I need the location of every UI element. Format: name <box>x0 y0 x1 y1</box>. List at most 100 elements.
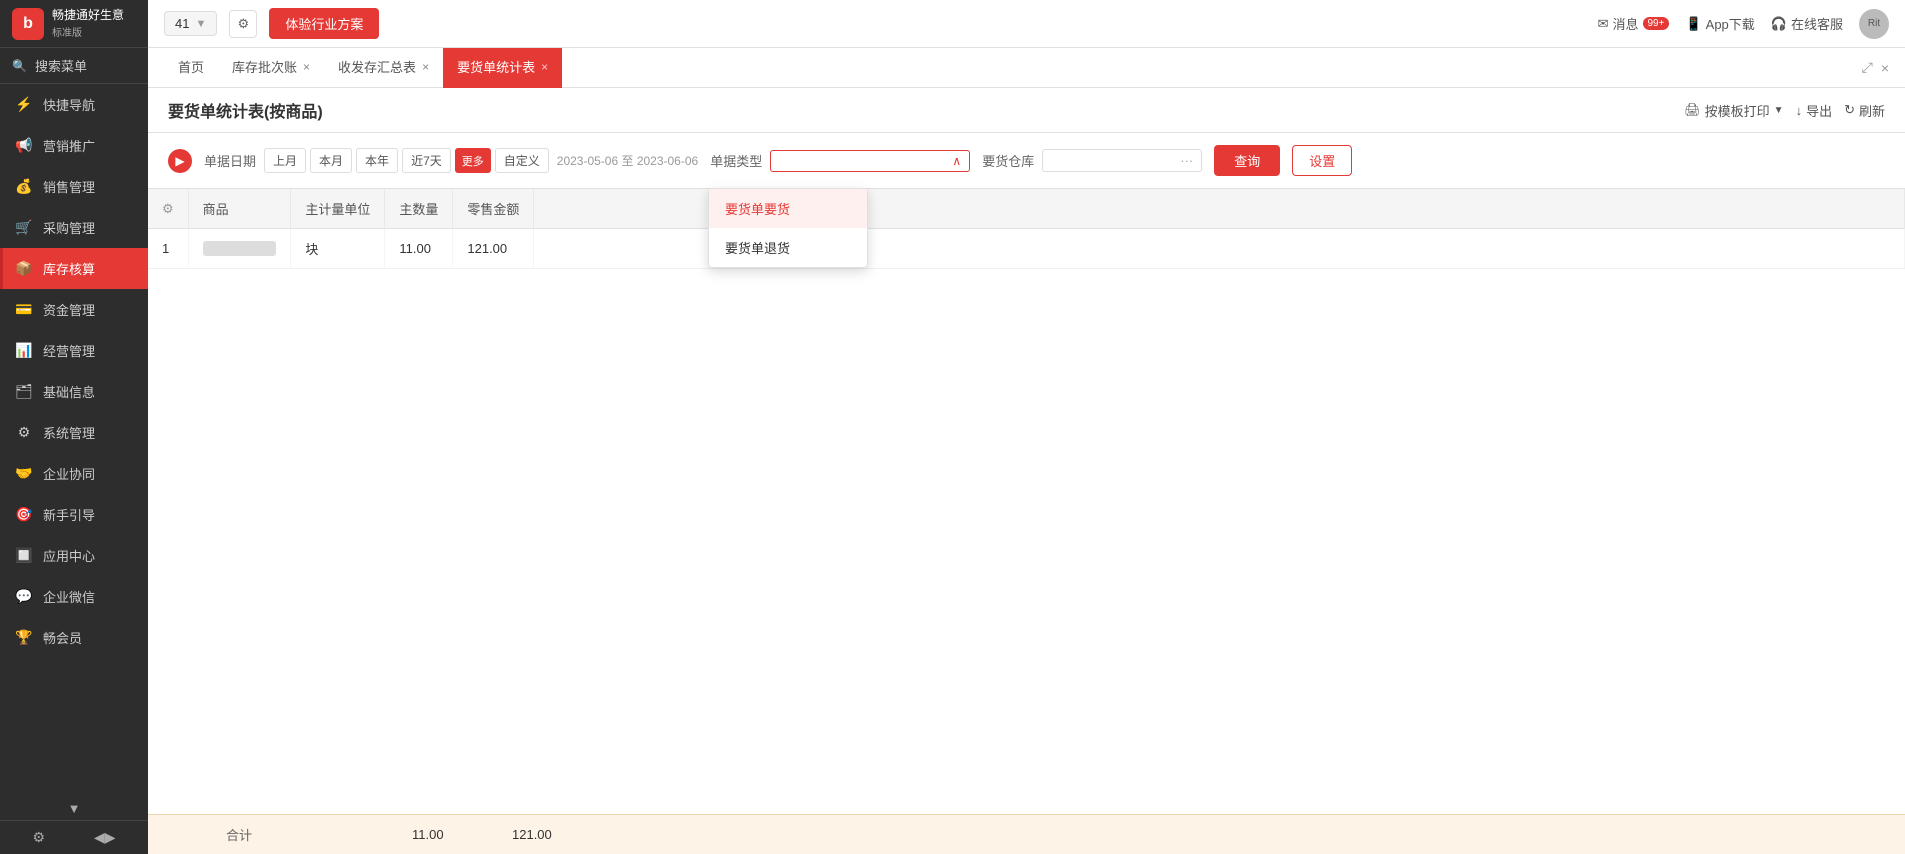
warehouse-select[interactable]: ··· <box>1042 149 1202 172</box>
main-area: 41 ▼ ⚙ 体验行业方案 ✉ 消息 99+ 📱 App下载 🎧 在线客服 <box>148 0 1905 854</box>
sidebar-item-sales[interactable]: 💰 销售管理 <box>0 166 148 207</box>
type-dropdown: 要货单要货 要货单退货 <box>708 188 868 268</box>
warehouse-label: 要货仓库 <box>982 151 1034 170</box>
app-icon: 📱 <box>1685 16 1701 32</box>
messages-btn[interactable]: ✉ 消息 99+ <box>1598 14 1670 33</box>
sidebar-item-members[interactable]: 🏆 畅会员 <box>0 617 148 658</box>
sidebar-item-label: 企业协同 <box>43 464 95 483</box>
refresh-btn[interactable]: ↻ 刷新 <box>1844 101 1885 120</box>
user-avatar[interactable]: Rit <box>1859 9 1889 39</box>
refresh-icon: ↻ <box>1844 102 1855 118</box>
support-btn[interactable]: 🎧 在线客服 <box>1771 14 1843 33</box>
sidebar-header: b 畅捷通好生意 标准版 <box>0 0 148 48</box>
sidebar-scroll-down[interactable]: ▼ <box>0 797 148 820</box>
type-select[interactable]: ∧ <box>770 150 970 172</box>
dropdown-item-order-purchase[interactable]: 要货单要货 <box>709 189 867 228</box>
sidebar-item-label: 库存核算 <box>43 259 95 278</box>
company-name: 41 <box>175 16 189 31</box>
row-unit: 块 <box>291 229 385 269</box>
sidebar-item-app-center[interactable]: 🔲 应用中心 <box>0 535 148 576</box>
sidebar-item-label: 新手引导 <box>43 505 95 524</box>
print-btn[interactable]: 🖨 按模板打印 ▼ <box>1684 101 1783 120</box>
trial-btn[interactable]: 体验行业方案 <box>269 8 379 39</box>
tab-order-stats-label: 要货单统计表 <box>457 57 535 76</box>
chevron-up-icon: ∧ <box>952 154 961 168</box>
search-icon: 🔍 <box>12 59 27 73</box>
sidebar-item-system[interactable]: ⚙ 系统管理 <box>0 412 148 453</box>
chevron-right-icon: ▶ <box>175 154 184 168</box>
tab-close-icon[interactable]: × <box>303 60 310 74</box>
dropdown-item-order-return[interactable]: 要货单退货 <box>709 228 867 267</box>
tab-batch-account-label: 库存批次账 <box>232 57 297 76</box>
tab-receive-summary[interactable]: 收发存汇总表 × <box>324 48 443 88</box>
sidebar-item-label: 采购管理 <box>43 218 95 237</box>
sidebar-title-area: 畅捷通好生意 标准版 <box>52 8 124 39</box>
date-btn-more[interactable]: 更多 <box>455 148 491 173</box>
date-btn-last-month[interactable]: 上月 <box>264 148 306 173</box>
gear-icon: ⚙ <box>238 16 250 32</box>
row-quantity: 11.00 <box>385 229 453 269</box>
sidebar-item-operation[interactable]: 📊 经营管理 <box>0 330 148 371</box>
avatar-initials: Rit <box>1868 18 1880 29</box>
export-btn[interactable]: ↓ 导出 <box>1796 101 1833 120</box>
sidebar-item-enterprise[interactable]: 🤝 企业协同 <box>0 453 148 494</box>
marketing-icon: 📢 <box>15 137 33 154</box>
chevron-down-icon: ▼ <box>68 801 81 816</box>
tabs-expand-btn[interactable]: ⤢ × <box>1862 59 1889 76</box>
company-selector[interactable]: 41 ▼ <box>164 11 217 36</box>
date-btn-this-year[interactable]: 本年 <box>356 148 398 173</box>
filter-expand-btn[interactable]: ▶ <box>168 149 192 173</box>
tab-home-label: 首页 <box>178 57 204 76</box>
sidebar-settings-btn[interactable]: ⚙ <box>32 829 45 846</box>
tab-order-stats[interactable]: 要货单统计表 × <box>443 48 562 88</box>
sidebar-item-marketing[interactable]: 📢 营销推广 <box>0 125 148 166</box>
purchase-icon: 🛒 <box>15 219 33 236</box>
sidebar-item-quick-nav[interactable]: ⚡ 快捷导航 <box>0 84 148 125</box>
messages-badge: 99+ <box>1643 17 1670 30</box>
ellipsis-icon: ··· <box>1180 153 1193 168</box>
inventory-icon: 📦 <box>15 260 33 277</box>
filter-area: ▶ 单据日期 上月 本月 本年 近7天 更多 自定义 2023-05-06 至 … <box>148 133 1905 189</box>
date-btn-custom[interactable]: 自定义 <box>495 148 549 173</box>
refresh-label: 刷新 <box>1859 101 1885 120</box>
sidebar: b 畅捷通好生意 标准版 🔍 搜索菜单 ⚡ 快捷导航 📢 营销推广 💰 销售管理… <box>0 0 148 854</box>
row-amount: 121.00 <box>453 229 534 269</box>
col-quantity: 主数量 <box>385 189 453 229</box>
query-btn[interactable]: 查询 <box>1214 145 1280 176</box>
date-btn-this-month[interactable]: 本月 <box>310 148 352 173</box>
app-download-btn[interactable]: 📱 App下载 <box>1685 14 1754 33</box>
tab-close-icon[interactable]: × <box>541 60 548 74</box>
sidebar-item-finance[interactable]: 💳 资金管理 <box>0 289 148 330</box>
sidebar-item-purchase[interactable]: 🛒 采购管理 <box>0 207 148 248</box>
sidebar-item-label: 经营管理 <box>43 341 95 360</box>
table-footer: 合计 11.00 121.00 <box>148 814 1905 854</box>
sidebar-item-inventory[interactable]: 📦 库存核算 <box>0 248 148 289</box>
row-index: 1 <box>148 229 188 269</box>
sidebar-item-basic[interactable]: 🗂 基础信息 <box>0 371 148 412</box>
system-icon: ⚙ <box>15 424 33 441</box>
sidebar-item-label: 销售管理 <box>43 177 95 196</box>
support-label: 在线客服 <box>1791 14 1843 33</box>
table-settings-icon[interactable]: ⚙ <box>162 201 174 216</box>
sidebar-collapse-btn[interactable]: ◀▶ <box>94 829 116 846</box>
sidebar-company-name: 畅捷通好生意 <box>52 8 124 24</box>
sidebar-item-label: 畅会员 <box>43 628 82 647</box>
chevron-down-icon: ▼ <box>195 18 206 30</box>
filter-settings-btn[interactable]: 设置 <box>1292 145 1352 176</box>
tab-batch-account[interactable]: 库存批次账 × <box>218 48 324 88</box>
topbar-left: 41 ▼ ⚙ 体验行业方案 <box>164 8 1598 39</box>
tab-home[interactable]: 首页 <box>164 48 218 88</box>
sidebar-item-guide[interactable]: 🎯 新手引导 <box>0 494 148 535</box>
date-btn-last-7days[interactable]: 近7天 <box>402 148 451 173</box>
topbar-settings-btn[interactable]: ⚙ <box>229 10 257 38</box>
col-amount: 零售金额 <box>453 189 534 229</box>
tab-close-icon[interactable]: × <box>422 60 429 74</box>
sidebar-search-btn[interactable]: 🔍 搜索菜单 <box>0 48 148 84</box>
date-label: 单据日期 <box>204 151 256 170</box>
col-unit: 主计量单位 <box>291 189 385 229</box>
export-icon: ↓ <box>1796 103 1803 118</box>
sidebar-items-list: ⚡ 快捷导航 📢 营销推广 💰 销售管理 🛒 采购管理 📦 库存核算 💳 资金管… <box>0 84 148 797</box>
sidebar-item-corp-wechat[interactable]: 💬 企业微信 <box>0 576 148 617</box>
sidebar-item-label: 基础信息 <box>43 382 95 401</box>
col-product: 商品 <box>188 189 291 229</box>
